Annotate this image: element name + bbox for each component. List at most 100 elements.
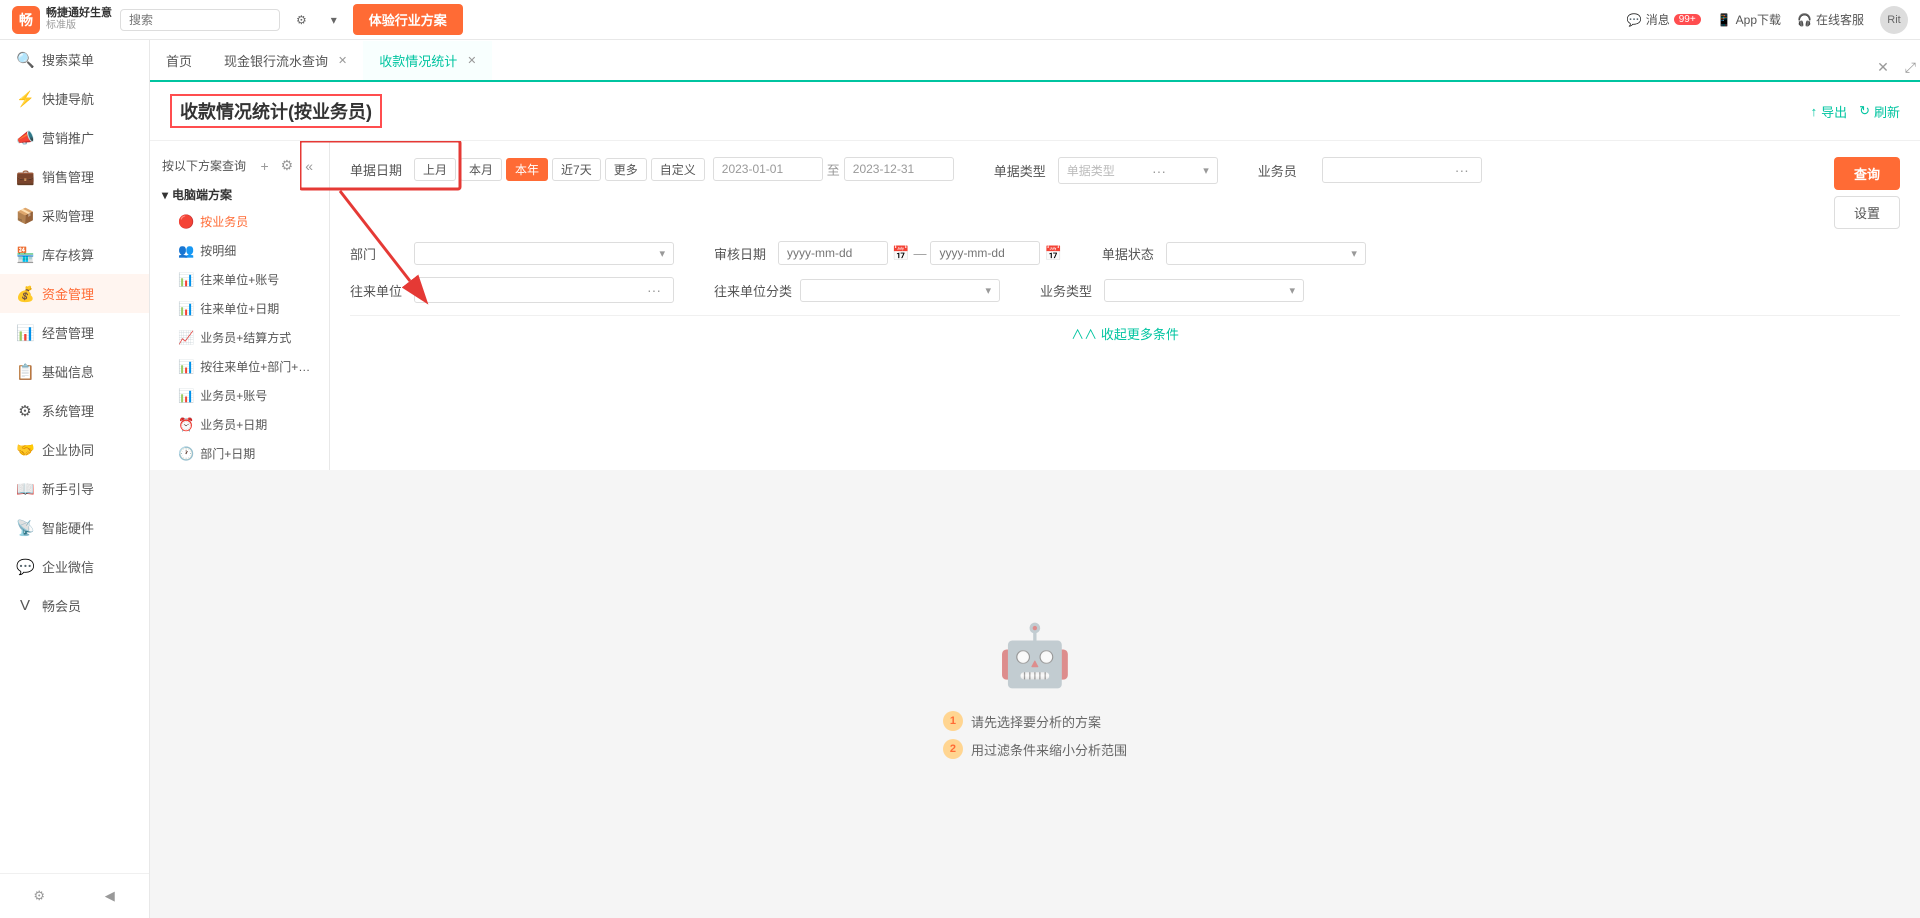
search-input[interactable] xyxy=(120,9,280,31)
message-icon: 💬 xyxy=(1627,13,1642,27)
status-arrow-icon: ▾ xyxy=(1351,247,1357,260)
sidebar-collapse-btn[interactable]: ◀ xyxy=(79,882,142,910)
partner-cat-select[interactable]: ▾ xyxy=(800,279,1000,302)
scheme-sa-icon: 📊 xyxy=(178,388,194,404)
scheme-cx-icon: 📊 xyxy=(178,359,194,375)
audit-from-input[interactable] xyxy=(778,241,888,265)
trial-btn[interactable]: 体验行业方案 xyxy=(353,4,463,35)
partner-cat-label: 往来单位分类 xyxy=(714,281,792,300)
partner-select[interactable]: ··· xyxy=(414,277,674,303)
scheme-settings-btn[interactable]: ⚙ xyxy=(277,155,298,176)
brand-sub-top: 标准版 xyxy=(46,20,112,32)
sidebar-item-nav[interactable]: ⚡ 快捷导航 xyxy=(0,79,149,118)
date-btn-lastmonth[interactable]: 上月 xyxy=(414,158,456,181)
scheme-item-detail[interactable]: 👥 按明细 xyxy=(150,236,329,265)
page-header-right: ↑ 导出 ↻ 刷新 xyxy=(1811,102,1900,121)
operations-icon: 📊 xyxy=(16,324,34,342)
main-area: 🔍 搜索菜单 ⚡ 快捷导航 📣 营销推广 💼 销售管理 📦 采购管理 xyxy=(0,40,1920,918)
window-close-btn[interactable]: ✕ xyxy=(1873,55,1893,80)
tab-collection[interactable]: 收款情况统计 ✕ xyxy=(363,41,492,82)
collapse-bar[interactable]: ∧∧ 收起更多条件 xyxy=(350,315,1900,351)
sidebar-item-marketing[interactable]: 📣 营销推广 xyxy=(0,118,149,157)
partner-cat-arrow-icon: ▾ xyxy=(985,284,991,297)
search-icon: 🔍 xyxy=(16,51,34,69)
partner-more-icon[interactable]: ··· xyxy=(647,282,661,298)
biz-type-select[interactable]: ▾ xyxy=(1104,279,1304,302)
date-to-input[interactable] xyxy=(844,157,954,181)
settings-btn-top[interactable]: ⚙ xyxy=(288,9,315,31)
tab-home[interactable]: 首页 xyxy=(150,41,208,82)
query-btn[interactable]: 查询 xyxy=(1834,157,1900,190)
sidebar-item-system[interactable]: ⚙ 系统管理 xyxy=(0,391,149,430)
user-avatar[interactable]: Rit xyxy=(1880,6,1908,34)
date-btn-thismonth[interactable]: 本月 xyxy=(460,158,502,181)
scheme-item-dept-date[interactable]: 🕐 部门+日期 xyxy=(150,439,329,468)
tab-collection-close[interactable]: ✕ xyxy=(467,54,476,67)
scheme-panel: 按以下方案查询 + ⚙ « ▾ 电脑端方案 🔴 xyxy=(150,141,330,470)
member-icon: V xyxy=(16,597,34,614)
scheme-add-btn[interactable]: + xyxy=(256,155,272,176)
sidebar-item-wechat[interactable]: 💬 企业微信 xyxy=(0,547,149,586)
app-download-btn[interactable]: 📱 App下载 xyxy=(1717,11,1781,28)
sidebar-item-finance[interactable]: 💰 资金管理 xyxy=(0,274,149,313)
sidebar-item-collab[interactable]: 🤝 企业协同 xyxy=(0,430,149,469)
sidebar-item-hardware[interactable]: 📡 智能硬件 xyxy=(0,508,149,547)
sidebar-item-purchase[interactable]: 📦 采购管理 xyxy=(0,196,149,235)
step-1-num: 1 xyxy=(943,711,963,731)
scheme-item-salesman-settle[interactable]: 📈 业务员+结算方式 xyxy=(150,323,329,352)
biz-type-arrow-icon: ▾ xyxy=(1289,284,1295,297)
sidebar-item-basic[interactable]: 📋 基础信息 xyxy=(0,352,149,391)
service-icon: 🎧 xyxy=(1797,13,1812,27)
sidebar-settings-btn[interactable]: ⚙ xyxy=(8,882,71,910)
tab-cash-flow[interactable]: 现金银行流水查询 ✕ xyxy=(208,41,363,82)
step-2-num: 2 xyxy=(943,739,963,759)
refresh-btn[interactable]: ↻ 刷新 xyxy=(1859,102,1900,121)
date-btn-7days[interactable]: 近7天 xyxy=(552,158,601,181)
sidebar-item-sales[interactable]: 💼 销售管理 xyxy=(0,157,149,196)
sidebar-item-guide[interactable]: 📖 新手引导 xyxy=(0,469,149,508)
page-title: 收款情况统计(按业务员) xyxy=(170,94,382,128)
scheme-item-salesman-date[interactable]: ⏰ 业务员+日期 xyxy=(150,410,329,439)
sidebar-item-member[interactable]: V 畅会员 xyxy=(0,586,149,625)
category-more-icon[interactable]: ··· xyxy=(1152,163,1166,179)
date-btn-thisyear[interactable]: 本年 xyxy=(506,158,548,181)
date-btn-custom[interactable]: 自定义 xyxy=(651,158,705,181)
scheme-item-partner-settle1[interactable]: 👥 往来单位+结算方式 xyxy=(150,468,329,470)
dropdown-btn-top[interactable]: ▾ xyxy=(323,9,345,31)
scheme-item-partner-account[interactable]: 📊 往来单位+账号 xyxy=(150,265,329,294)
system-icon: ⚙ xyxy=(16,402,34,420)
sidebar-item-operations[interactable]: 📊 经营管理 xyxy=(0,313,149,352)
sidebar-item-search[interactable]: 🔍 搜索菜单 xyxy=(0,40,149,79)
status-select[interactable]: ▾ xyxy=(1166,242,1366,265)
scheme-item-partner-date[interactable]: 📊 往来单位+日期 xyxy=(150,294,329,323)
scheme-collapse-btn[interactable]: « xyxy=(301,155,317,176)
export-btn[interactable]: ↑ 导出 xyxy=(1811,102,1848,121)
top-bar-right: 💬 消息 99+ 📱 App下载 🎧 在线客服 Rit xyxy=(1627,6,1908,34)
scheme-item-complex[interactable]: 📊 按往来单位+部门+收... xyxy=(150,352,329,381)
category-select[interactable]: 单据类型 ··· ▾ xyxy=(1058,157,1218,184)
salesman-select[interactable]: ··· xyxy=(1322,157,1482,183)
scheme-desktop-category[interactable]: ▾ 电脑端方案 xyxy=(150,182,329,207)
empty-steps: 1 请先选择要分析的方案 2 用过滤条件来缩小分析范围 xyxy=(943,711,1127,767)
window-maximize-btn[interactable]: ⤢ xyxy=(1901,55,1920,80)
salesman-more-icon[interactable]: ··· xyxy=(1455,162,1469,178)
app-icon: 📱 xyxy=(1717,13,1732,27)
sales-icon: 💼 xyxy=(16,168,34,186)
date-from-input[interactable] xyxy=(713,157,823,181)
online-service-btn[interactable]: 🎧 在线客服 xyxy=(1797,11,1864,28)
date-btn-more[interactable]: 更多 xyxy=(605,158,647,181)
status-label: 单据状态 xyxy=(1102,244,1158,263)
scheme-item-salesman-account[interactable]: 📊 业务员+账号 xyxy=(150,381,329,410)
sidebar-item-inventory[interactable]: 🏪 库存核算 xyxy=(0,235,149,274)
scheme-sd-icon: ⏰ xyxy=(178,417,194,433)
tab-cash-flow-close[interactable]: ✕ xyxy=(338,54,347,67)
app-wrapper: 畅 畅捷通好生意 标准版 ⚙ ▾ 体验行业方案 💬 消息 99+ 📱 App下载… xyxy=(0,0,1920,918)
dept-select[interactable]: ▾ xyxy=(414,242,674,265)
sidebar-bottom: ⚙ ◀ xyxy=(0,873,149,918)
audit-to-input[interactable] xyxy=(930,241,1040,265)
scheme-item-salesman[interactable]: 🔴 按业务员 xyxy=(150,207,329,236)
messages-btn[interactable]: 💬 消息 99+ xyxy=(1627,11,1701,28)
set-btn[interactable]: 设置 xyxy=(1834,196,1900,229)
date-quick-btns: 上月 本月 本年 近7天 更多 自定义 xyxy=(414,158,705,181)
collab-icon: 🤝 xyxy=(16,441,34,459)
